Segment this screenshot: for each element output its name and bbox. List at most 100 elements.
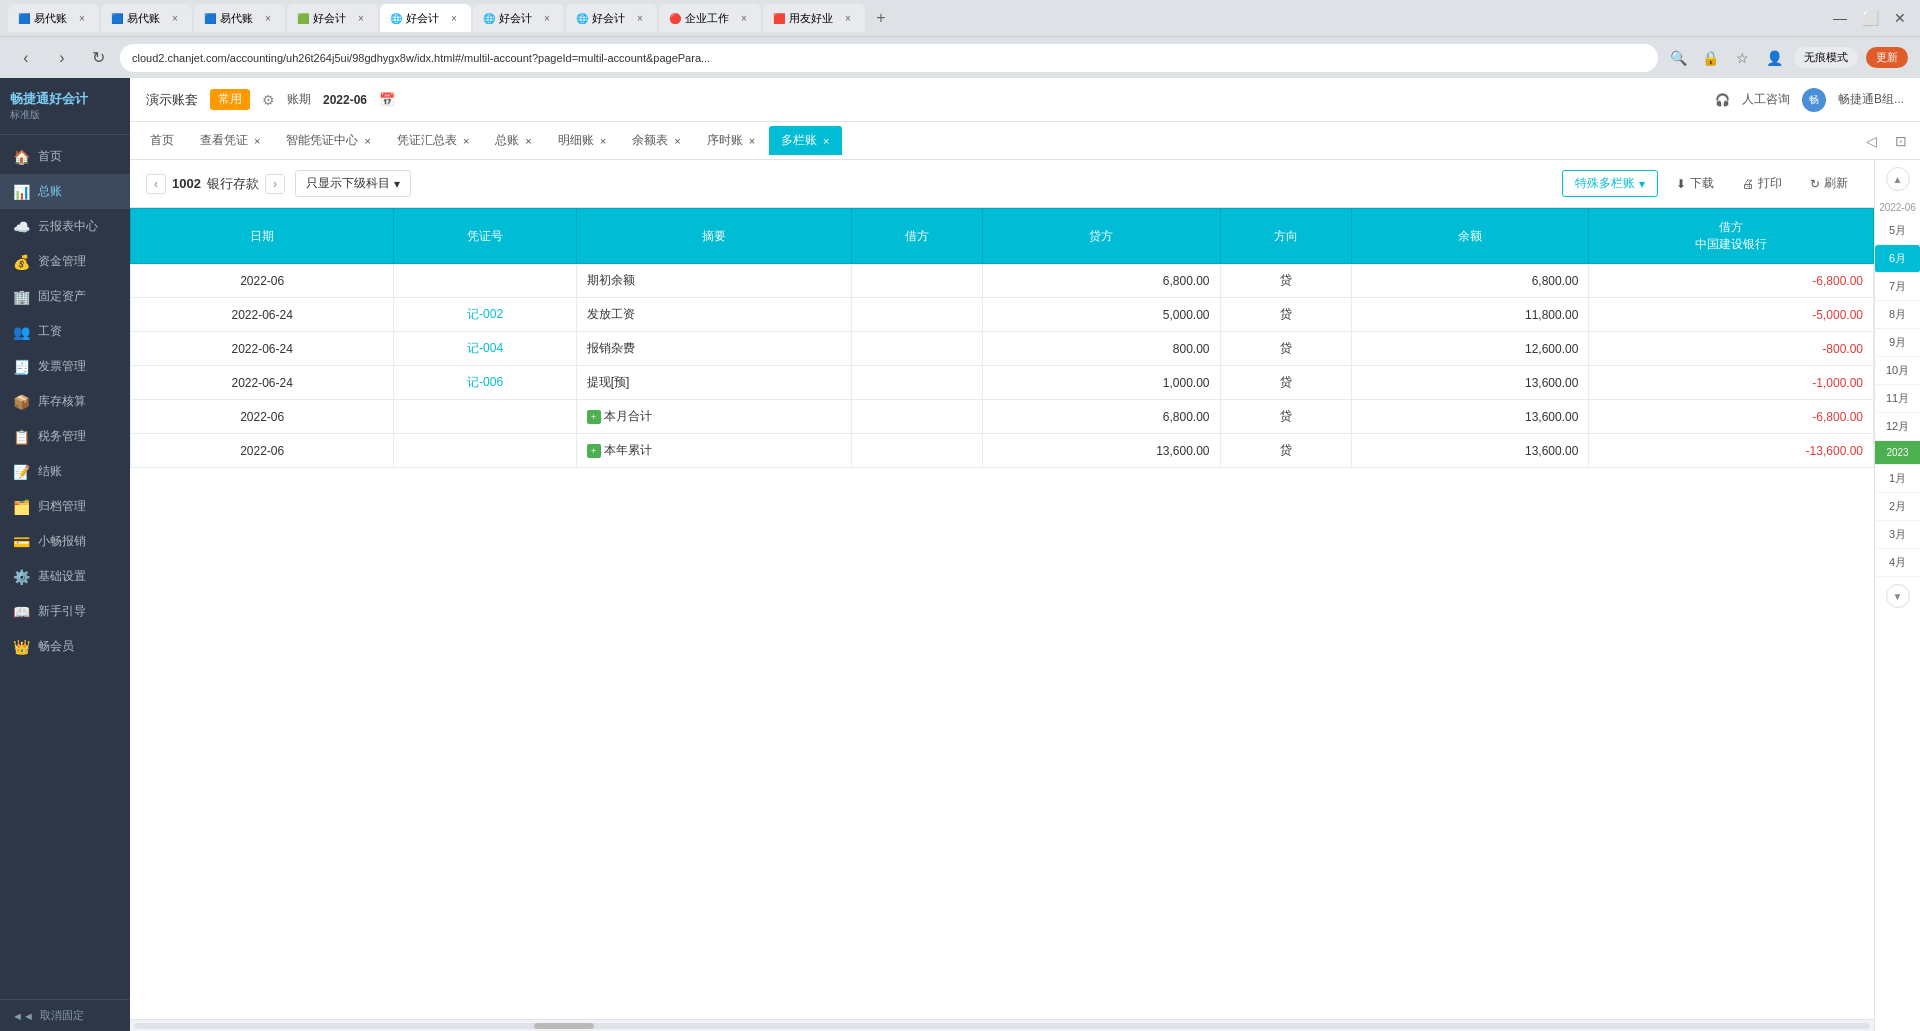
expand-panel-button[interactable]: ⊡: [1890, 130, 1912, 152]
page-tab-close-summary[interactable]: ×: [463, 135, 469, 147]
sidebar-item-ledger[interactable]: 📊 总账: [0, 174, 130, 209]
refresh-button[interactable]: ↻: [84, 44, 112, 72]
page-tab-smart-voucher[interactable]: 智能凭证中心 ×: [274, 126, 382, 155]
sidebar-item-settings[interactable]: ⚙️ 基础设置: [0, 559, 130, 594]
browser-tab-4[interactable]: 🟩 好会计 ×: [287, 4, 378, 32]
close-browser-button[interactable]: ✕: [1888, 6, 1912, 30]
sidebar-item-archive[interactable]: 🗂️ 归档管理: [0, 489, 130, 524]
tab-close-4[interactable]: ×: [354, 11, 368, 25]
calendar-scroll-down[interactable]: ▼: [1875, 577, 1920, 615]
sidebar-item-member[interactable]: 👑 畅会员: [0, 629, 130, 664]
page-tab-voucher[interactable]: 查看凭证 ×: [188, 126, 272, 155]
tab-close-6[interactable]: ×: [540, 11, 554, 25]
sidebar-item-payroll[interactable]: 👥 工资: [0, 314, 130, 349]
sidebar-item-close-books[interactable]: 📝 结账: [0, 454, 130, 489]
browser-tab-6[interactable]: 🌐 好会计 ×: [473, 4, 564, 32]
page-tab-voucher-summary[interactable]: 凭证汇总表 ×: [385, 126, 481, 155]
cal-month-august[interactable]: 8月: [1875, 301, 1920, 329]
minimize-button[interactable]: —: [1828, 6, 1852, 30]
voucher-cell[interactable]: 记-004: [394, 332, 576, 366]
cal-up-arrow[interactable]: ▲: [1886, 167, 1910, 191]
cal-month-october[interactable]: 10月: [1875, 357, 1920, 385]
page-tab-close-smart[interactable]: ×: [364, 135, 370, 147]
sidebar-item-home[interactable]: 🏠 首页: [0, 139, 130, 174]
horizontal-scrollbar[interactable]: [130, 1019, 1874, 1031]
filter-dropdown[interactable]: 只显示下级科目 ▾: [295, 170, 411, 197]
voucher-cell[interactable]: 记-006: [394, 366, 576, 400]
restore-button[interactable]: ⬜: [1858, 6, 1882, 30]
browser-tab-3[interactable]: 🟦 易代账 ×: [194, 4, 285, 32]
stealth-mode-button[interactable]: 无痕模式: [1794, 47, 1858, 68]
browser-tab-5[interactable]: 🌐 好会计 ×: [380, 4, 471, 32]
page-tab-close-balance[interactable]: ×: [674, 135, 680, 147]
settings-icon[interactable]: ⚙: [262, 92, 275, 108]
page-tab-multi-col[interactable]: 多栏账 ×: [769, 126, 841, 155]
page-tab-detail-ledger[interactable]: 明细账 ×: [546, 126, 618, 155]
address-input[interactable]: [120, 44, 1658, 72]
cal-down-arrow[interactable]: ▼: [1886, 584, 1910, 608]
cal-month-may[interactable]: 5月: [1875, 217, 1920, 245]
sidebar-item-tax[interactable]: 📋 税务管理: [0, 419, 130, 454]
sidebar-item-funds[interactable]: 💰 资金管理: [0, 244, 130, 279]
update-button[interactable]: 更新: [1866, 47, 1908, 68]
tab-close-5[interactable]: ×: [447, 11, 461, 25]
cal-month-mar-2023[interactable]: 3月: [1875, 521, 1920, 549]
back-button[interactable]: ‹: [12, 44, 40, 72]
cal-month-june[interactable]: 6月: [1875, 245, 1920, 273]
calendar-icon[interactable]: 📅: [379, 92, 395, 107]
sidebar-item-guide[interactable]: 📖 新手引导: [0, 594, 130, 629]
page-tab-close-multi[interactable]: ×: [823, 135, 829, 147]
search-icon[interactable]: 🔍: [1666, 46, 1690, 70]
cal-month-september[interactable]: 9月: [1875, 329, 1920, 357]
page-tab-close-general[interactable]: ×: [525, 135, 531, 147]
tab-close-2[interactable]: ×: [168, 11, 182, 25]
cal-month-jan-2023[interactable]: 1月: [1875, 465, 1920, 493]
tab-close-9[interactable]: ×: [841, 11, 855, 25]
page-tab-journal[interactable]: 序时账 ×: [695, 126, 767, 155]
forward-button[interactable]: ›: [48, 44, 76, 72]
sidebar-pin-toggle[interactable]: ◄◄ 取消固定: [0, 999, 130, 1031]
account-type-tag[interactable]: 常用: [210, 89, 250, 110]
cal-month-feb-2023[interactable]: 2月: [1875, 493, 1920, 521]
cal-month-apr-2023[interactable]: 4月: [1875, 549, 1920, 577]
next-account-button[interactable]: ›: [265, 174, 285, 194]
voucher-cell[interactable]: 记-002: [394, 298, 576, 332]
cal-month-december[interactable]: 12月: [1875, 413, 1920, 441]
sidebar-item-inventory[interactable]: 📦 库存核算: [0, 384, 130, 419]
browser-tab-9[interactable]: 🟥 用友好业 ×: [763, 4, 865, 32]
browser-tab-1[interactable]: 🟦 易代账 ×: [8, 4, 99, 32]
print-button[interactable]: 🖨 打印: [1732, 171, 1792, 196]
tab-close-8[interactable]: ×: [737, 11, 751, 25]
voucher-link[interactable]: 记-004: [467, 341, 503, 355]
star-icon[interactable]: ☆: [1730, 46, 1754, 70]
download-button[interactable]: ⬇ 下载: [1666, 171, 1724, 196]
sidebar-item-fixed-assets[interactable]: 🏢 固定资产: [0, 279, 130, 314]
browser-tab-8[interactable]: 🔴 企业工作 ×: [659, 4, 761, 32]
browser-tab-2[interactable]: 🟦 易代账 ×: [101, 4, 192, 32]
collapse-panel-button[interactable]: ◁: [1860, 130, 1882, 152]
tab-close-7[interactable]: ×: [633, 11, 647, 25]
prev-account-button[interactable]: ‹: [146, 174, 166, 194]
refresh-button[interactable]: ↻ 刷新: [1800, 171, 1858, 196]
new-tab-button[interactable]: +: [867, 4, 895, 32]
profile-icon[interactable]: 👤: [1762, 46, 1786, 70]
page-tab-balance[interactable]: 余额表 ×: [620, 126, 692, 155]
calendar-scroll-up[interactable]: ▲: [1875, 160, 1920, 198]
voucher-link[interactable]: 记-006: [467, 375, 503, 389]
consult-label[interactable]: 人工咨询: [1742, 91, 1790, 108]
page-tab-general-ledger[interactable]: 总账 ×: [483, 126, 543, 155]
page-tab-close-journal[interactable]: ×: [749, 135, 755, 147]
sidebar-item-cloud-report[interactable]: ☁️ 云报表中心: [0, 209, 130, 244]
browser-tab-7[interactable]: 🌐 好会计 ×: [566, 4, 657, 32]
cal-month-july[interactable]: 7月: [1875, 273, 1920, 301]
cal-month-november[interactable]: 11月: [1875, 385, 1920, 413]
tab-close-3[interactable]: ×: [261, 11, 275, 25]
sidebar-item-expense[interactable]: 💳 小畅报销: [0, 524, 130, 559]
page-tab-close-detail[interactable]: ×: [600, 135, 606, 147]
scroll-thumb[interactable]: [534, 1023, 594, 1029]
user-label[interactable]: 畅捷通B组...: [1838, 91, 1904, 108]
multi-col-button[interactable]: 特殊多栏账 ▾: [1562, 170, 1658, 197]
voucher-link[interactable]: 记-002: [467, 307, 503, 321]
tab-close-1[interactable]: ×: [75, 11, 89, 25]
page-tab-home[interactable]: 首页: [138, 126, 186, 155]
